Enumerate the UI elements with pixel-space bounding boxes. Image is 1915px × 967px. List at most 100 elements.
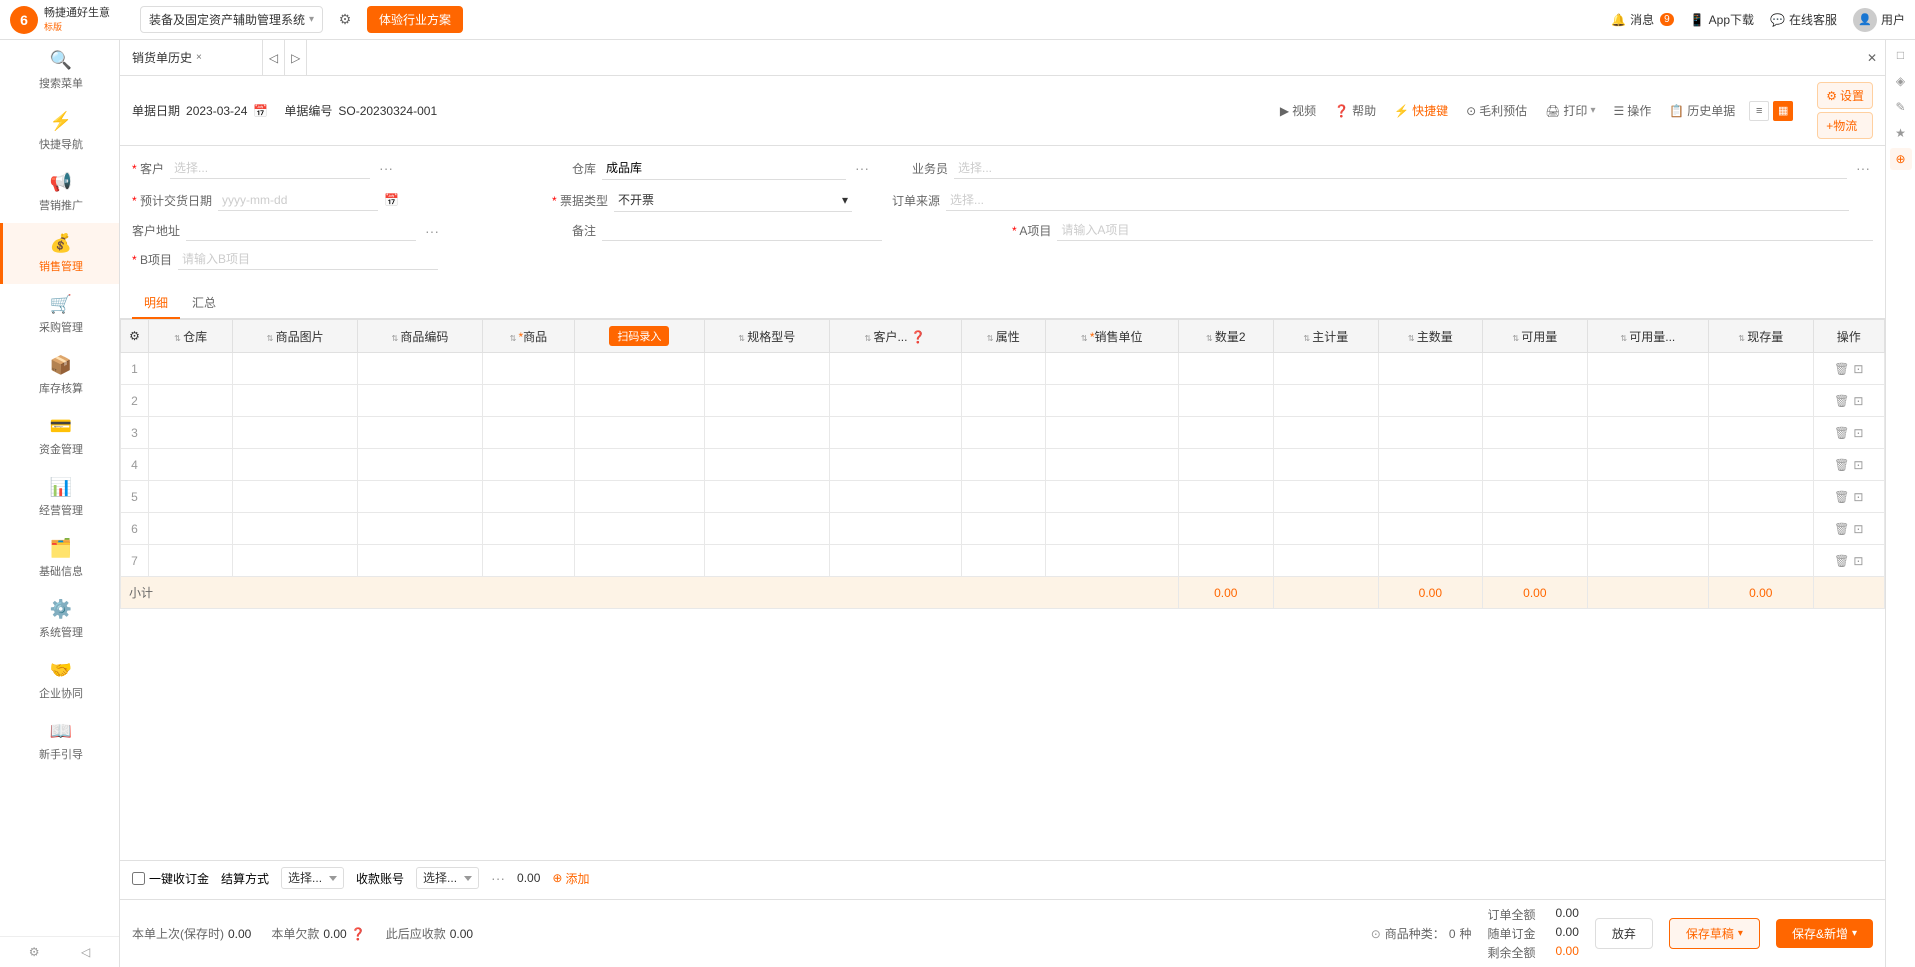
grid-view-btn[interactable]: ▦ xyxy=(1773,101,1793,121)
sidebar-item-basic[interactable]: 🗂️基础信息 xyxy=(0,528,119,589)
row-spec-cell[interactable] xyxy=(704,481,829,513)
row-scan-cell[interactable] xyxy=(574,385,704,417)
row-product-code-cell[interactable] xyxy=(358,513,483,545)
row-attributes-cell[interactable] xyxy=(961,353,1045,385)
row-main-unit-cell[interactable] xyxy=(1274,545,1379,577)
row-delete-icon[interactable]: 🗑 xyxy=(1834,362,1849,376)
row-attributes-cell[interactable] xyxy=(961,513,1045,545)
rp-btn-4[interactable]: ★ xyxy=(1890,122,1912,144)
warehouse-dots-btn[interactable]: ··· xyxy=(852,160,872,176)
online-service-item[interactable]: 💬 在线客服 xyxy=(1770,11,1837,28)
settings-action-btn[interactable]: ⚙ 设置 xyxy=(1817,82,1873,109)
row-main-unit-cell[interactable] xyxy=(1274,513,1379,545)
row-qty2-cell[interactable] xyxy=(1178,353,1274,385)
save-draft-btn[interactable]: 保存草稿 ▾ xyxy=(1669,918,1760,949)
tab-summary[interactable]: 汇总 xyxy=(180,288,228,319)
rp-btn-1[interactable]: □ xyxy=(1890,44,1912,66)
system-selector[interactable]: 装备及固定资产辅助管理系统 ▾ xyxy=(140,6,323,33)
row-product-image-cell[interactable] xyxy=(233,545,358,577)
row-scan-cell[interactable] xyxy=(574,353,704,385)
print-btn[interactable]: 🖨 打印 ▾ xyxy=(1541,100,1599,121)
row-current-stock-cell[interactable] xyxy=(1708,481,1813,513)
sidebar-collapse-icon[interactable]: ◁ xyxy=(81,945,90,959)
row-current-stock-cell[interactable] xyxy=(1708,417,1813,449)
row-main-unit-cell[interactable] xyxy=(1274,417,1379,449)
sidebar-item-sales[interactable]: 💰销售管理 xyxy=(0,223,119,284)
rp-btn-2[interactable]: ◈ xyxy=(1890,70,1912,92)
discard-btn[interactable]: 放弃 xyxy=(1595,918,1653,949)
row-attributes-cell[interactable] xyxy=(961,417,1045,449)
row-product-code-cell[interactable] xyxy=(358,481,483,513)
th-settings[interactable]: ⚙ xyxy=(121,320,149,353)
customer-address-dots-btn[interactable]: ··· xyxy=(422,223,442,239)
row-copy-icon[interactable]: ⊡ xyxy=(1853,458,1863,472)
row-available2-cell[interactable] xyxy=(1587,385,1708,417)
order-source-input[interactable] xyxy=(946,190,1849,211)
row-scan-cell[interactable] xyxy=(574,513,704,545)
row-warehouse-cell[interactable] xyxy=(149,353,233,385)
row-main-qty-cell[interactable] xyxy=(1378,353,1483,385)
tab-detail[interactable]: 明细 xyxy=(132,288,180,319)
row-spec-cell[interactable] xyxy=(704,417,829,449)
row-product-cell[interactable] xyxy=(482,545,574,577)
row-product-code-cell[interactable] xyxy=(358,545,483,577)
row-available2-cell[interactable] xyxy=(1587,417,1708,449)
row-product-cell[interactable] xyxy=(482,417,574,449)
row-available2-cell[interactable] xyxy=(1587,545,1708,577)
row-attributes-cell[interactable] xyxy=(961,481,1045,513)
notice-item[interactable]: 🔔 消息 9 xyxy=(1611,11,1674,28)
row-product-image-cell[interactable] xyxy=(233,513,358,545)
scan-input-btn[interactable]: 扫码录入 xyxy=(609,326,669,346)
row-product-code-cell[interactable] xyxy=(358,417,483,449)
payment-method-select[interactable]: 选择... xyxy=(281,867,344,889)
row-spec-cell[interactable] xyxy=(704,513,829,545)
row-customer-code-cell[interactable] xyxy=(829,481,961,513)
user-item[interactable]: 👤 用户 xyxy=(1853,8,1905,32)
order-no-value[interactable]: SO-20230324-001 xyxy=(338,104,437,118)
account-dots-btn[interactable]: ··· xyxy=(491,870,505,886)
sidebar-item-guide[interactable]: 📖新手引导 xyxy=(0,711,119,772)
sidebar-item-finance[interactable]: 💳资金管理 xyxy=(0,406,119,467)
row-product-image-cell[interactable] xyxy=(233,385,358,417)
sidebar-item-quicknav[interactable]: ⚡快捷导航 xyxy=(0,101,119,162)
row-customer-code-cell[interactable] xyxy=(829,353,961,385)
row-warehouse-cell[interactable] xyxy=(149,449,233,481)
row-spec-cell[interactable] xyxy=(704,353,829,385)
row-scan-cell[interactable] xyxy=(574,417,704,449)
a-project-input[interactable] xyxy=(1057,220,1873,241)
row-spec-cell[interactable] xyxy=(704,385,829,417)
row-available-cell[interactable] xyxy=(1483,513,1588,545)
row-product-cell[interactable] xyxy=(482,385,574,417)
row-sales-unit-cell[interactable] xyxy=(1045,449,1178,481)
row-qty2-cell[interactable] xyxy=(1178,449,1274,481)
row-copy-icon[interactable]: ⊡ xyxy=(1853,522,1863,536)
calendar-icon[interactable]: 📅 xyxy=(253,104,268,118)
row-sales-unit-cell[interactable] xyxy=(1045,481,1178,513)
row-product-image-cell[interactable] xyxy=(233,481,358,513)
account-select[interactable]: 选择... xyxy=(416,867,479,889)
row-sales-unit-cell[interactable] xyxy=(1045,385,1178,417)
row-delete-icon[interactable]: 🗑 xyxy=(1834,426,1849,440)
customer-dots-btn[interactable]: ··· xyxy=(376,160,396,176)
invoice-type-select[interactable]: 不开票 ▾ xyxy=(614,188,852,212)
rp-btn-3[interactable]: ✎ xyxy=(1890,96,1912,118)
help-btn[interactable]: ❓ 帮助 xyxy=(1330,100,1380,121)
row-scan-cell[interactable] xyxy=(574,449,704,481)
row-attributes-cell[interactable] xyxy=(961,545,1045,577)
warehouse-value[interactable]: 成品库 xyxy=(602,156,846,180)
row-product-image-cell[interactable] xyxy=(233,353,358,385)
row-main-unit-cell[interactable] xyxy=(1274,449,1379,481)
row-available-cell[interactable] xyxy=(1483,481,1588,513)
row-main-qty-cell[interactable] xyxy=(1378,481,1483,513)
shortcut-btn[interactable]: ⚡ 快捷键 xyxy=(1390,100,1452,121)
row-current-stock-cell[interactable] xyxy=(1708,449,1813,481)
row-delete-icon[interactable]: 🗑 xyxy=(1834,522,1849,536)
row-customer-code-cell[interactable] xyxy=(829,385,961,417)
row-delete-icon[interactable]: 🗑 xyxy=(1834,458,1849,472)
settings-gear-icon[interactable]: ⚙ xyxy=(331,6,359,34)
row-product-image-cell[interactable] xyxy=(233,417,358,449)
profit-btn[interactable]: ⊙ 毛利预估 xyxy=(1462,100,1531,121)
preview-btn[interactable]: ▶ 视频 xyxy=(1276,100,1320,121)
row-main-unit-cell[interactable] xyxy=(1274,385,1379,417)
row-scan-cell[interactable] xyxy=(574,545,704,577)
